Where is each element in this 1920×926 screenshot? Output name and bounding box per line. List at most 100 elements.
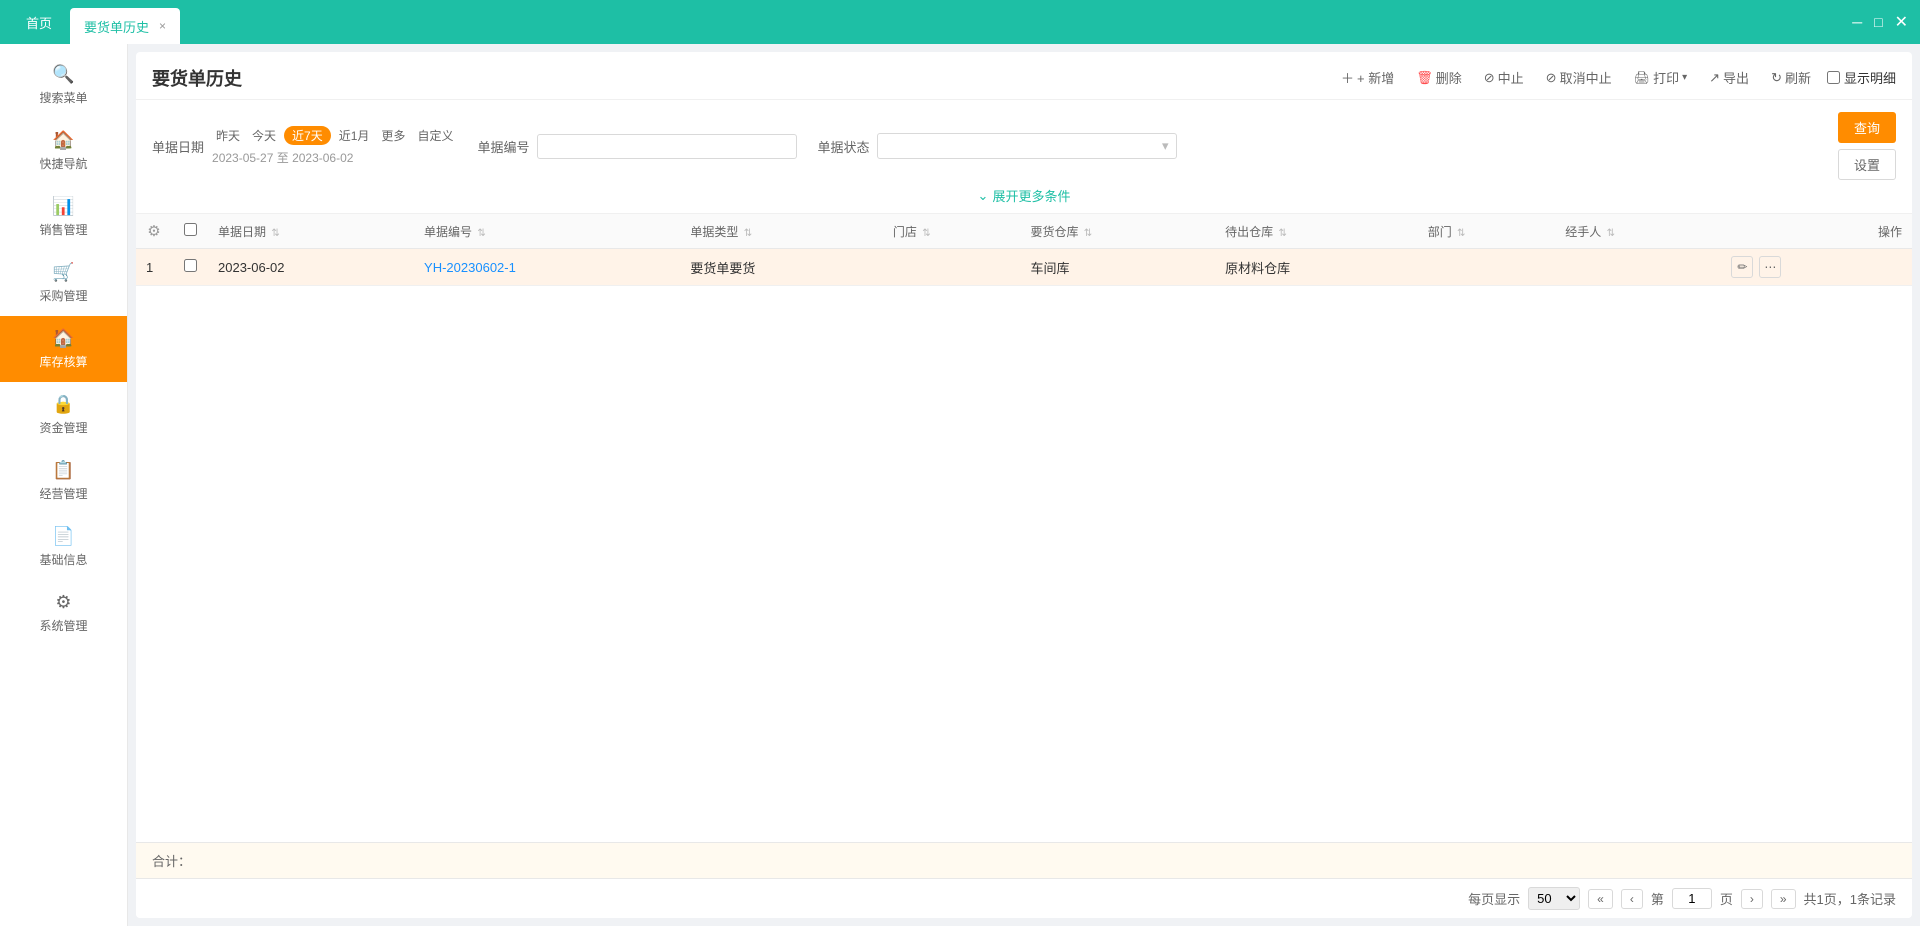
pagination-bar: 每页显示 50 100 200 « ‹ 第 页 › » 共1页，1条记录 — [136, 878, 1912, 918]
window-min-button[interactable]: ─ — [1852, 14, 1862, 30]
sidebar-item-search-menu[interactable]: 🔍 搜索菜单 — [0, 52, 127, 118]
select-all-checkbox[interactable] — [184, 223, 197, 236]
th-pending-warehouse-sort-icon[interactable]: ⇅ — [1279, 228, 1287, 239]
add-button[interactable]: ＋ + 新增 — [1335, 64, 1400, 91]
tab-active[interactable]: 要货单历史 × — [70, 8, 180, 44]
row-actions: ✏ ⋯ — [1721, 249, 1912, 286]
row-handler — [1555, 249, 1721, 286]
sidebar-label-operation: 经营管理 — [39, 485, 87, 502]
date-shortcut-custom[interactable]: 自定义 — [413, 126, 457, 145]
export-button[interactable]: ↗ 导出 — [1703, 64, 1755, 91]
th-checkbox — [172, 214, 208, 249]
status-filter-item: 单据状态 ▾ — [817, 133, 1177, 159]
row-checkbox-cell — [172, 249, 208, 286]
query-button[interactable]: 查询 — [1838, 112, 1896, 143]
th-settings: ⚙ — [136, 214, 172, 249]
th-store-sort-icon[interactable]: ⇅ — [922, 228, 930, 239]
date-shortcuts-wrapper: 昨天 今天 近7天 近1月 更多 自定义 2023-05-27 至 2023-0… — [212, 126, 457, 166]
table-container: ⚙ 单据日期 ⇅ 单据编号 — [136, 214, 1912, 842]
th-department: 部门 ⇅ — [1418, 214, 1556, 249]
app-wrapper: 首页 要货单历史 × ─ □ ✕ 🔍 搜索菜单 🏠 快捷导航 📊 — [0, 0, 1920, 926]
sidebar-label-finance: 资金管理 — [39, 419, 87, 436]
action-buttons: 查询 设置 — [1838, 112, 1896, 180]
first-page-button[interactable]: « — [1588, 889, 1613, 909]
cancel-stop-icon: ⊘ — [1546, 70, 1557, 86]
sidebar-item-sales[interactable]: 📊 销售管理 — [0, 184, 127, 250]
sidebar-label-quick-nav: 快捷导航 — [39, 155, 87, 172]
cancel-stop-button[interactable]: ⊘ 取消中止 — [1540, 64, 1618, 91]
sum-label: 合计： — [152, 854, 191, 869]
print-button[interactable]: 🖨 打印 ▾ — [1628, 64, 1694, 91]
inventory-icon: 🏠 — [52, 328, 74, 349]
display-detail-label[interactable]: 显示明细 — [1827, 68, 1896, 87]
refresh-button[interactable]: ↻ 刷新 — [1765, 64, 1817, 91]
th-department-sort-icon[interactable]: ⇅ — [1457, 228, 1465, 239]
page-size-select[interactable]: 50 100 200 — [1528, 887, 1580, 910]
th-store-label: 门店 — [893, 225, 917, 239]
sidebar-item-inventory[interactable]: 🏠 库存核算 — [0, 316, 127, 382]
row-doctype: 要货单要货 — [680, 249, 883, 286]
sidebar-item-operation[interactable]: 📋 经营管理 — [0, 448, 127, 514]
sidebar-item-purchase[interactable]: 🛒 采购管理 — [0, 250, 127, 316]
page-unit: 页 — [1720, 889, 1733, 908]
tab-close-icon[interactable]: × — [159, 19, 166, 33]
docno-filter-input[interactable] — [537, 134, 797, 159]
column-settings-icon[interactable]: ⚙ — [147, 223, 160, 240]
date-shortcut-today[interactable]: 今天 — [248, 126, 280, 145]
th-pending-warehouse: 待出仓库 ⇅ — [1215, 214, 1418, 249]
sidebar-item-basic-info[interactable]: 📄 基础信息 — [0, 514, 127, 580]
row-docno-link[interactable]: YH-20230602-1 — [424, 260, 516, 275]
setting-button[interactable]: 设置 — [1838, 149, 1896, 180]
sidebar-label-system: 系统管理 — [39, 617, 87, 634]
th-handler-label: 经手人 — [1565, 225, 1601, 239]
stop-button[interactable]: ⊘ 中止 — [1478, 64, 1530, 91]
sidebar-item-finance[interactable]: 🔒 资金管理 — [0, 382, 127, 448]
date-shortcut-1month[interactable]: 近1月 — [335, 126, 374, 145]
date-shortcut-yesterday[interactable]: 昨天 — [212, 126, 244, 145]
sidebar-label-sales: 销售管理 — [39, 221, 87, 238]
print-dropdown-icon[interactable]: ▾ — [1682, 72, 1687, 83]
export-icon: ↗ — [1709, 70, 1720, 86]
th-date-sort-icon[interactable]: ⇅ — [271, 228, 279, 239]
last-page-button[interactable]: » — [1771, 889, 1796, 909]
expand-more-btn[interactable]: ⌄ 展开更多条件 — [152, 186, 1896, 205]
basic-info-icon: 📄 — [52, 526, 74, 547]
row-edit-button[interactable]: ✏ — [1731, 256, 1753, 278]
purchase-icon: 🛒 — [52, 262, 74, 283]
tab-home[interactable]: 首页 — [12, 0, 66, 44]
row-store — [883, 249, 1021, 286]
window-close-button[interactable]: ✕ — [1895, 12, 1908, 32]
date-filter-item: 单据日期 昨天 今天 近7天 近1月 更多 自定义 2 — [152, 126, 457, 166]
row-checkbox[interactable] — [184, 259, 197, 272]
filter-area: 单据日期 昨天 今天 近7天 近1月 更多 自定义 2 — [136, 100, 1912, 214]
display-detail-checkbox[interactable] — [1827, 71, 1840, 84]
prev-page-button[interactable]: ‹ — [1621, 889, 1643, 909]
th-req-warehouse-label: 要货仓库 — [1030, 225, 1078, 239]
next-page-button[interactable]: › — [1741, 889, 1763, 909]
page-number-input[interactable] — [1672, 888, 1712, 909]
sidebar-item-system[interactable]: ⚙ 系统管理 — [0, 580, 127, 646]
th-docno-sort-icon[interactable]: ⇅ — [477, 228, 485, 239]
row-more-button[interactable]: ⋯ — [1759, 256, 1781, 278]
sidebar-item-quick-nav[interactable]: 🏠 快捷导航 — [0, 118, 127, 184]
date-shortcut-7days[interactable]: 近7天 — [284, 126, 331, 145]
window-max-button[interactable]: □ — [1874, 14, 1882, 30]
page-title: 要货单历史 — [152, 65, 242, 91]
delete-button[interactable]: 🗑 删除 — [1410, 64, 1468, 91]
row-department — [1418, 249, 1556, 286]
sales-icon: 📊 — [52, 196, 74, 217]
row-docno: YH-20230602-1 — [414, 249, 680, 286]
sidebar-label-inventory: 库存核算 — [39, 353, 87, 370]
finance-icon: 🔒 — [52, 394, 74, 415]
th-handler: 经手人 ⇅ — [1555, 214, 1721, 249]
th-handler-sort-icon[interactable]: ⇅ — [1607, 228, 1615, 239]
page-size-label: 每页显示 — [1468, 889, 1520, 908]
toolbar: ＋ + 新增 🗑 删除 ⊘ 中止 ⊘ 取消中止 — [1335, 64, 1896, 91]
row-pending-warehouse: 原材料仓库 — [1215, 249, 1418, 286]
date-shortcut-more[interactable]: 更多 — [377, 126, 409, 145]
th-doctype-sort-icon[interactable]: ⇅ — [744, 228, 752, 239]
status-filter-select[interactable]: ▾ — [877, 133, 1177, 159]
docno-filter-label: 单据编号 — [477, 137, 529, 156]
status-dropdown-icon: ▾ — [1162, 138, 1169, 154]
th-req-warehouse-sort-icon[interactable]: ⇅ — [1084, 228, 1092, 239]
